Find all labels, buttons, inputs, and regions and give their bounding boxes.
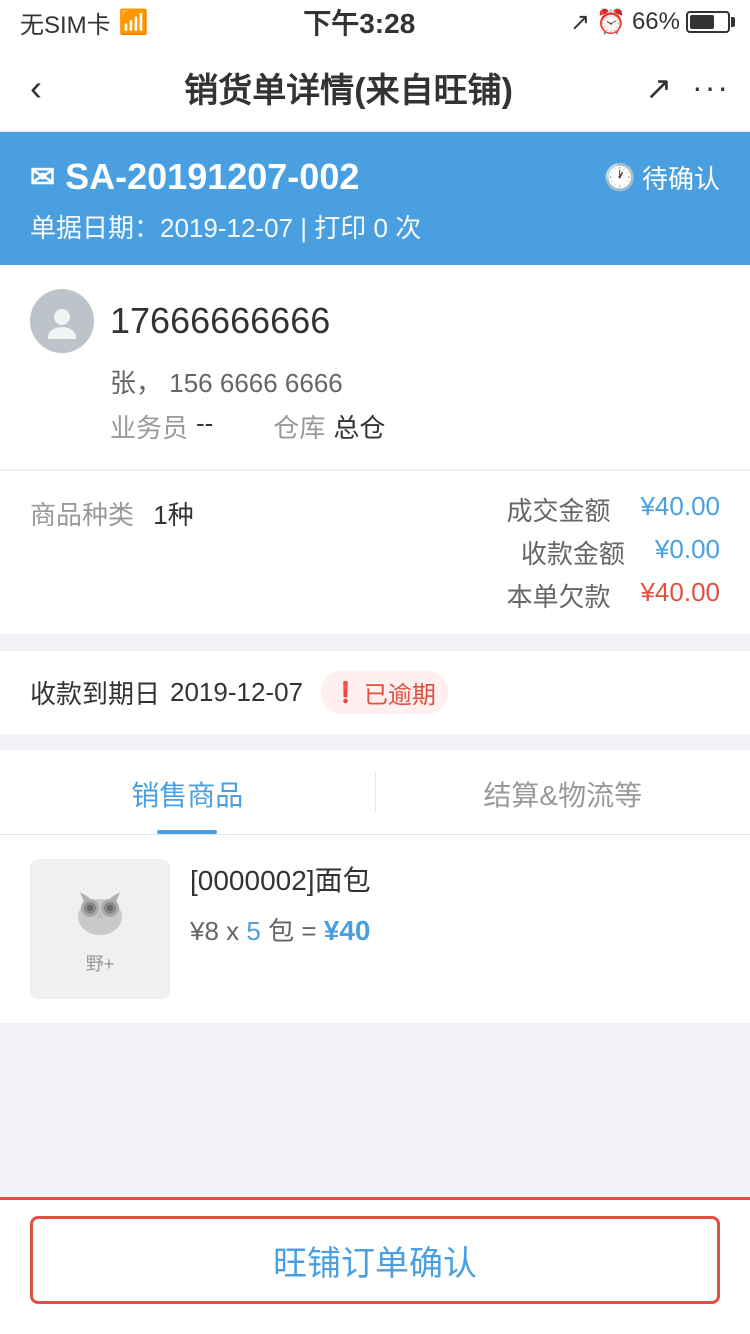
received-row: 收款金额 ¥0.00 xyxy=(521,534,720,571)
bottom-bar: 旺铺订单确认 xyxy=(0,1197,750,1334)
unit-label: 包 xyxy=(268,916,294,946)
due-date-label: 收款到期日 xyxy=(30,674,160,711)
type-value: 1种 xyxy=(153,500,193,530)
customer-phone: 17666666666 xyxy=(110,300,330,342)
confirm-order-button[interactable]: 旺铺订单确认 xyxy=(30,1216,720,1304)
product-type-section: 商品种类 1种 xyxy=(30,491,194,532)
received-label: 收款金额 xyxy=(521,534,625,571)
customer-card: 17666666666 张， 156 6666 6666 业务员 -- 仓库 总… xyxy=(0,265,750,634)
customer-row: 17666666666 xyxy=(30,289,720,353)
battery-icon xyxy=(686,11,730,33)
customer-meta: 业务员 -- 仓库 总仓 xyxy=(110,408,720,445)
order-status: 🕐 待确认 xyxy=(604,159,720,196)
battery-percent: 66% xyxy=(632,8,680,36)
nav-bar: ‹ 销货单详情(来自旺铺) ↗ ··· xyxy=(0,44,750,132)
product-info: [0000002]面包 ¥8 x 5 包 = ¥40 xyxy=(190,859,720,948)
due-date-value: 2019-12-07 xyxy=(170,677,303,708)
product-name: [0000002]面包 xyxy=(190,859,720,899)
overdue-text: 已逾期 xyxy=(364,675,436,710)
status-time: 下午3:28 xyxy=(303,2,415,42)
warehouse-value: 总仓 xyxy=(333,408,385,445)
status-text: 待确认 xyxy=(642,159,720,196)
nav-actions: ↗ ··· xyxy=(645,69,730,107)
quantity-value: 5 xyxy=(246,916,260,946)
amount-row: 成交金额 ¥40.00 xyxy=(506,491,720,528)
status-clock-icon: 🕐 xyxy=(604,162,636,193)
balance-value: ¥40.00 xyxy=(640,577,720,614)
order-id-text: SA-20191207-002 xyxy=(65,156,359,198)
salesperson-item: 业务员 -- xyxy=(110,408,213,445)
carrier-label: 无SIM卡 xyxy=(20,5,111,40)
back-button[interactable]: ‹ xyxy=(20,57,52,119)
equals-icon: = xyxy=(301,916,316,946)
page-title: 销货单详情(来自旺铺) xyxy=(184,63,513,112)
price-value: ¥8 xyxy=(190,916,219,946)
order-date: 单据日期：2019-12-07 | 打印 0 次 xyxy=(30,208,720,245)
status-right: ↗ ⏰ 66% xyxy=(570,8,730,37)
order-header-card: ✉ SA-20191207-002 🕐 待确认 单据日期：2019-12-07 … xyxy=(0,132,750,265)
overdue-icon: ❗ xyxy=(333,680,358,705)
received-value: ¥0.00 xyxy=(655,534,720,571)
multiply-icon: x xyxy=(226,916,239,946)
status-left: 无SIM卡 📶 xyxy=(20,5,149,40)
warehouse-label: 仓库 xyxy=(273,408,325,445)
amount-label: 成交金额 xyxy=(506,491,610,528)
salesperson-value: -- xyxy=(196,408,213,445)
customer-section: 17666666666 张， 156 6666 6666 业务员 -- 仓库 总… xyxy=(0,265,750,470)
order-icon: ✉ xyxy=(30,160,55,195)
order-id: ✉ SA-20191207-002 xyxy=(30,156,359,198)
alarm-icon: ⏰ xyxy=(596,8,626,37)
due-date-section: 收款到期日 2019-12-07 ❗ 已逾期 xyxy=(0,650,750,734)
tabs-row: 销售商品 结算&物流等 xyxy=(0,750,750,834)
wifi-icon: 📶 xyxy=(119,8,149,37)
salesperson-label: 业务员 xyxy=(110,408,188,445)
battery-fill xyxy=(690,15,714,29)
summary-section: 商品种类 1种 成交金额 ¥40.00 收款金额 ¥0.00 本单欠款 ¥40.… xyxy=(0,470,750,634)
location-icon: ↗ xyxy=(570,8,590,37)
customer-info: 张， 156 6666 6666 xyxy=(110,363,720,400)
balance-row: 本单欠款 ¥40.00 xyxy=(506,577,720,614)
product-price: ¥8 x 5 包 = ¥40 xyxy=(190,911,720,948)
overdue-badge: ❗ 已逾期 xyxy=(321,671,448,714)
warehouse-item: 仓库 总仓 xyxy=(273,408,385,445)
tabs-section: 销售商品 结算&物流等 xyxy=(0,750,750,835)
more-button[interactable]: ··· xyxy=(692,69,730,106)
product-logo-text: 野+ xyxy=(86,950,115,976)
product-logo-container: 野+ xyxy=(60,882,140,976)
type-label: 商品种类 xyxy=(30,500,134,530)
amounts-section: 成交金额 ¥40.00 收款金额 ¥0.00 本单欠款 ¥40.00 xyxy=(506,491,720,614)
tab-settlement[interactable]: 结算&物流等 xyxy=(376,750,750,834)
share-button[interactable]: ↗ xyxy=(645,69,672,107)
total-value: ¥40 xyxy=(324,915,371,946)
status-bar: 无SIM卡 📶 下午3:28 ↗ ⏰ 66% xyxy=(0,0,750,44)
product-item: 野+ [0000002]面包 ¥8 x 5 包 = ¥40 xyxy=(0,835,750,1023)
product-image: 野+ xyxy=(30,859,170,999)
products-card: 野+ [0000002]面包 ¥8 x 5 包 = ¥40 xyxy=(0,835,750,1023)
tab-sales-products[interactable]: 销售商品 xyxy=(0,750,375,834)
balance-label: 本单欠款 xyxy=(506,577,610,614)
avatar xyxy=(30,289,94,353)
product-logo-svg xyxy=(60,882,140,942)
amount-value: ¥40.00 xyxy=(640,491,720,528)
